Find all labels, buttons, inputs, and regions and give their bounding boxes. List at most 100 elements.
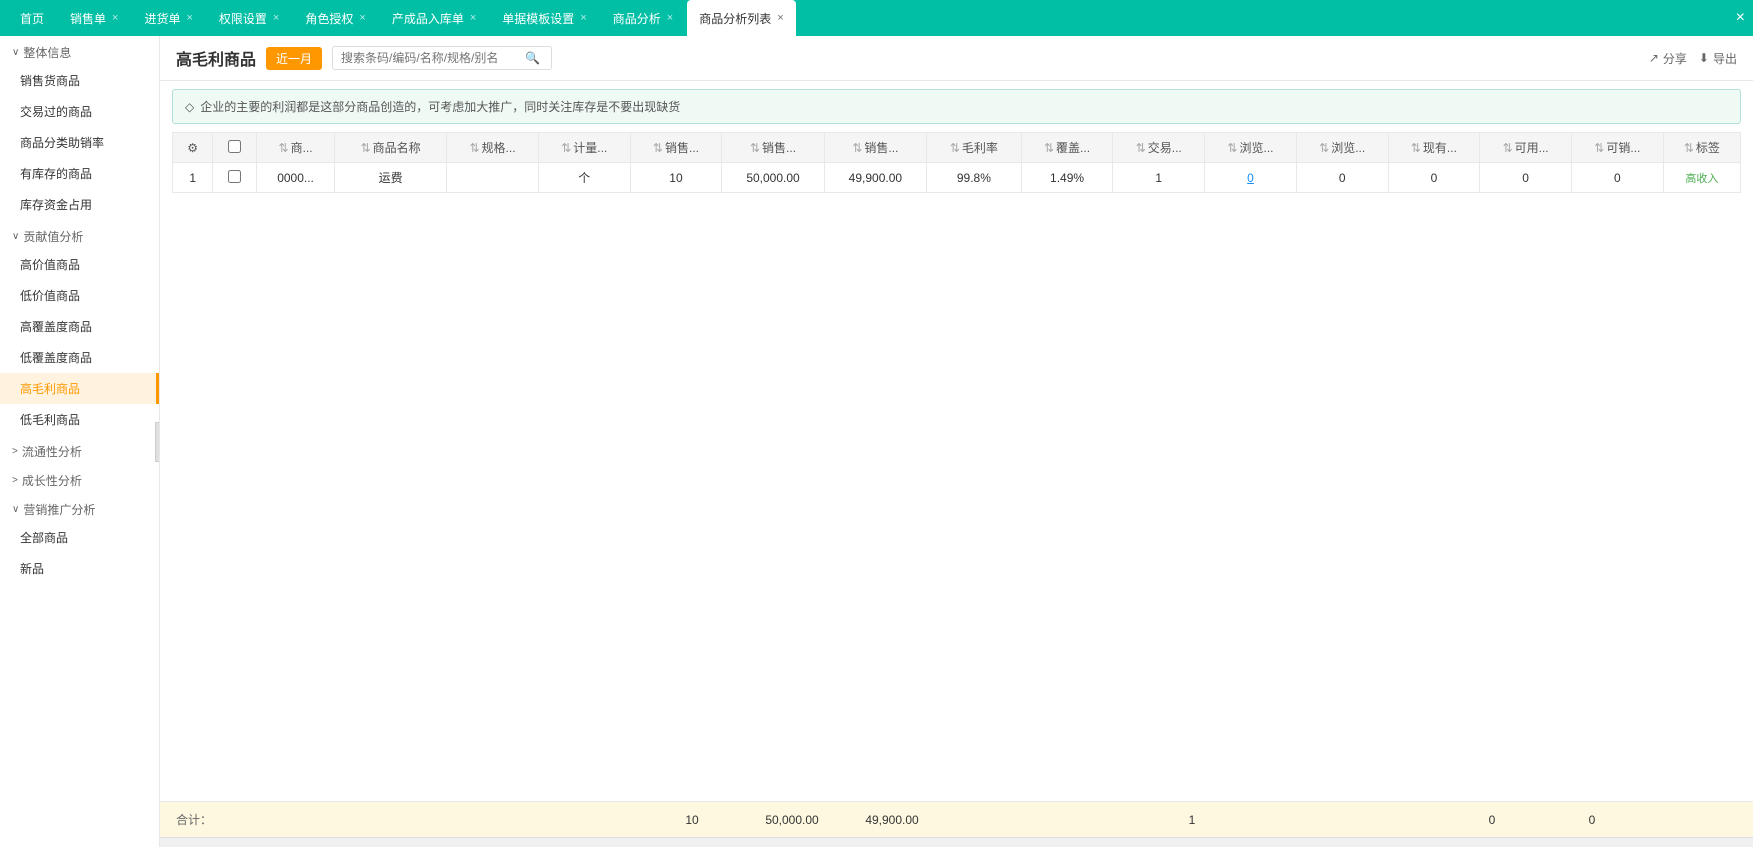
cell-browsing1: 0 bbox=[1205, 163, 1297, 193]
search-input[interactable] bbox=[341, 51, 521, 65]
sort-icon-code: ⇅ bbox=[279, 141, 289, 155]
export-icon: ⬇ bbox=[1699, 51, 1709, 65]
info-icon: ◇ bbox=[185, 100, 194, 114]
col-header-salesQty[interactable]: ⇅销售... bbox=[630, 133, 722, 163]
sidebar-group-1[interactable]: ∨贡献值分析 bbox=[0, 220, 159, 249]
main-layout: ∨整体信息销售货商品交易过的商品商品分类助销率有库存的商品库存资金占用∨贡献值分… bbox=[0, 36, 1753, 847]
nav-tab-close[interactable]: × bbox=[112, 12, 118, 24]
nav-tab-3[interactable]: 权限设置× bbox=[207, 0, 291, 36]
nav-tab-close[interactable]: × bbox=[273, 12, 279, 24]
sort-icon-browsing2: ⇅ bbox=[1319, 141, 1329, 155]
col-header-unit[interactable]: ⇅计量... bbox=[538, 133, 630, 163]
settings-icon[interactable]: ⚙ bbox=[187, 141, 198, 155]
sidebar-collapse-button[interactable]: « bbox=[155, 422, 160, 462]
footer-sales-qty: 10 bbox=[652, 813, 732, 827]
cell-transactions: 1 bbox=[1113, 163, 1205, 193]
sidebar-item-0-1[interactable]: 交易过的商品 bbox=[0, 96, 159, 127]
sidebar-group-title-4: 营销推广分析 bbox=[23, 501, 95, 518]
export-button[interactable]: ⬇ 导出 bbox=[1699, 50, 1737, 67]
sort-icon-available: ⇅ bbox=[1503, 141, 1513, 155]
col-header-name[interactable]: ⇅商品名称 bbox=[335, 133, 447, 163]
cell-spec bbox=[447, 163, 539, 193]
nav-tab-close[interactable]: × bbox=[777, 12, 783, 24]
page-title: 高毛利商品 bbox=[176, 46, 256, 70]
nav-tab-close[interactable]: × bbox=[470, 12, 476, 24]
sidebar-item-1-5[interactable]: 低毛利商品 bbox=[0, 404, 159, 435]
nav-tab-8[interactable]: 商品分析列表 × bbox=[687, 0, 795, 36]
sidebar-group-arrow-4: ∨ bbox=[12, 504, 19, 515]
footer-transactions: 1 bbox=[1152, 813, 1232, 827]
nav-tab-0[interactable]: 首页 bbox=[8, 0, 56, 36]
footer-bar: 合计： 10 50,000.00 49,900.00 1 0 0 bbox=[160, 801, 1753, 837]
info-text: 企业的主要的利润都是这部分商品创造的，可考虑加大推广，同时关注库存是不要出现缺货 bbox=[200, 98, 680, 115]
cell-saleable: 0 bbox=[1571, 163, 1663, 193]
sidebar-group-arrow-1: ∨ bbox=[12, 231, 19, 242]
search-icon[interactable]: 🔍 bbox=[525, 51, 540, 65]
sidebar-item-1-2[interactable]: 高覆盖度商品 bbox=[0, 311, 159, 342]
sidebar-group-3[interactable]: >成长性分析 bbox=[0, 464, 159, 493]
col-header-tag[interactable]: ⇅标签 bbox=[1663, 133, 1740, 163]
sidebar-item-0-0[interactable]: 销售货商品 bbox=[0, 65, 159, 96]
close-all-button[interactable]: × bbox=[1736, 9, 1745, 27]
sidebar-group-4[interactable]: ∨ 营销推广分析 bbox=[0, 493, 159, 522]
select-all-checkbox[interactable] bbox=[228, 140, 241, 153]
sort-icon-unit: ⇅ bbox=[561, 141, 571, 155]
sort-icon-coverage: ⇅ bbox=[1044, 141, 1054, 155]
search-box: 🔍 bbox=[332, 46, 552, 70]
nav-tab-close[interactable]: × bbox=[186, 12, 192, 24]
nav-tab-label: 单据模板设置 bbox=[502, 10, 574, 27]
sidebar-item-4-1[interactable]: 新品 bbox=[0, 553, 159, 584]
row-select-checkbox[interactable] bbox=[228, 170, 241, 183]
sidebar-item-1-1[interactable]: 低价值商品 bbox=[0, 280, 159, 311]
horizontal-scrollbar[interactable] bbox=[160, 837, 1753, 847]
nav-tab-7[interactable]: 商品分析× bbox=[601, 0, 685, 36]
sidebar-item-1-3[interactable]: 低覆盖度商品 bbox=[0, 342, 159, 373]
sidebar-item-0-3[interactable]: 有库存的商品 bbox=[0, 158, 159, 189]
sort-icon-currentStock: ⇅ bbox=[1411, 141, 1421, 155]
col-header-settings[interactable]: ⚙ bbox=[173, 133, 213, 163]
share-button[interactable]: ↗ 分享 bbox=[1649, 50, 1687, 67]
cell-currentStock: 0 bbox=[1388, 163, 1480, 193]
sidebar-item-1-4[interactable]: 高毛利商品 bbox=[0, 373, 159, 404]
col-header-checkbox[interactable] bbox=[213, 133, 257, 163]
col-header-currentStock[interactable]: ⇅现有... bbox=[1388, 133, 1480, 163]
filter-period-button[interactable]: 近一月 bbox=[266, 47, 322, 70]
col-header-available[interactable]: ⇅可用... bbox=[1480, 133, 1572, 163]
cell-unit: 个 bbox=[538, 163, 630, 193]
sidebar-item-0-2[interactable]: 商品分类助销率 bbox=[0, 127, 159, 158]
col-header-coverage[interactable]: ⇅覆盖... bbox=[1021, 133, 1113, 163]
tag-badge: 高收入 bbox=[1685, 173, 1718, 185]
nav-tab-close[interactable]: × bbox=[580, 12, 586, 24]
col-header-transactions[interactable]: ⇅交易... bbox=[1113, 133, 1205, 163]
nav-tab-label: 商品分析列表 bbox=[699, 10, 771, 27]
row-settings: 1 bbox=[173, 163, 213, 193]
nav-tab-1[interactable]: 销售单× bbox=[58, 0, 130, 36]
sidebar-group-title-0: 整体信息 bbox=[23, 44, 71, 61]
browsing-link[interactable]: 0 bbox=[1247, 171, 1254, 185]
sort-icon-tag: ⇅ bbox=[1684, 141, 1694, 155]
nav-tab-close[interactable]: × bbox=[359, 12, 365, 24]
row-checkbox[interactable] bbox=[213, 163, 257, 193]
col-header-browsing2[interactable]: ⇅浏览... bbox=[1296, 133, 1388, 163]
nav-tab-4[interactable]: 角色授权× bbox=[293, 0, 377, 36]
sidebar-group-2[interactable]: >流通性分析 bbox=[0, 435, 159, 464]
sort-icon-browsing1: ⇅ bbox=[1227, 141, 1237, 155]
col-header-grossMargin[interactable]: ⇅毛利率 bbox=[927, 133, 1022, 163]
sidebar-group-0[interactable]: ∨整体信息 bbox=[0, 36, 159, 65]
sidebar-group-title-2: 流通性分析 bbox=[22, 443, 82, 460]
nav-tab-close[interactable]: × bbox=[667, 12, 673, 24]
sidebar-item-1-0[interactable]: 高价值商品 bbox=[0, 249, 159, 280]
col-header-code[interactable]: ⇅商... bbox=[257, 133, 335, 163]
footer-current-stock: 0 bbox=[1452, 813, 1532, 827]
col-header-spec[interactable]: ⇅规格... bbox=[447, 133, 539, 163]
col-header-saleable[interactable]: ⇅可销... bbox=[1571, 133, 1663, 163]
sidebar-item-0-4[interactable]: 库存资金占用 bbox=[0, 189, 159, 220]
nav-tab-5[interactable]: 产成品入库单× bbox=[380, 0, 488, 36]
col-header-salesAmount[interactable]: ⇅销售... bbox=[722, 133, 824, 163]
col-header-browsing1[interactable]: ⇅浏览... bbox=[1205, 133, 1297, 163]
nav-tab-6[interactable]: 单据模板设置 × bbox=[490, 0, 598, 36]
col-header-salesProfit[interactable]: ⇅销售... bbox=[824, 133, 926, 163]
nav-tab-2[interactable]: 进货单× bbox=[132, 0, 204, 36]
sidebar-item-4-0[interactable]: 全部商品 bbox=[0, 522, 159, 553]
sort-icon-salesAmount: ⇅ bbox=[750, 141, 760, 155]
